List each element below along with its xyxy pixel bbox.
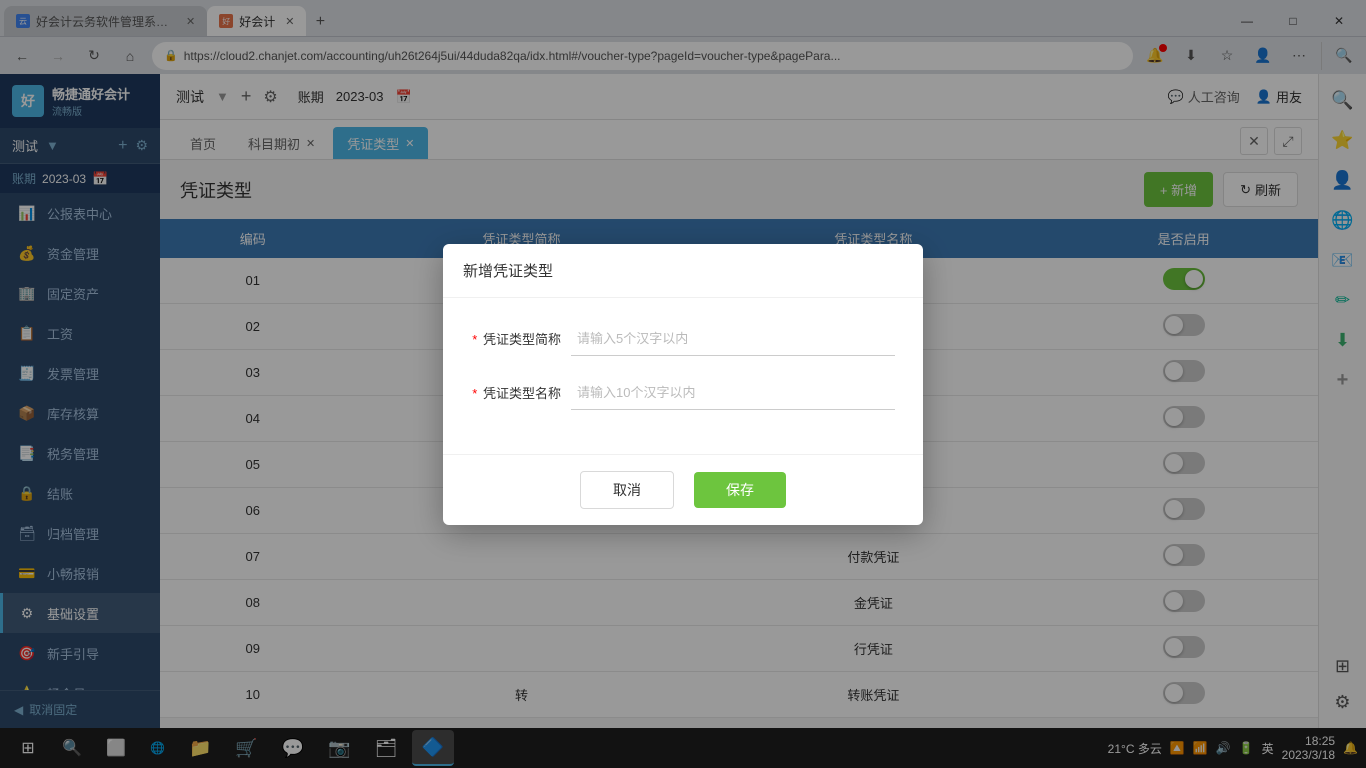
required-mark-abbr: * bbox=[472, 332, 477, 347]
form-label-abbr: * 凭证类型简称 bbox=[471, 329, 571, 348]
cancel-button[interactable]: 取消 bbox=[580, 471, 674, 509]
label-name-text: 凭证类型名称 bbox=[483, 386, 561, 401]
dialog-footer: 取消 保存 bbox=[443, 454, 923, 525]
label-abbr-text: 凭证类型简称 bbox=[483, 332, 561, 347]
form-label-name: * 凭证类型名称 bbox=[471, 383, 571, 402]
input-name[interactable] bbox=[571, 376, 895, 410]
form-row-name: * 凭证类型名称 bbox=[471, 376, 895, 410]
dialog-overlay: 新增凭证类型 * 凭证类型简称 * 凭证类型名称 取消 保存 bbox=[0, 0, 1366, 768]
dialog-title: 新增凭证类型 bbox=[443, 244, 923, 298]
save-button[interactable]: 保存 bbox=[694, 472, 786, 508]
input-abbr[interactable] bbox=[571, 322, 895, 356]
add-voucher-type-dialog: 新增凭证类型 * 凭证类型简称 * 凭证类型名称 取消 保存 bbox=[443, 244, 923, 525]
required-mark-name: * bbox=[472, 386, 477, 401]
dialog-body: * 凭证类型简称 * 凭证类型名称 bbox=[443, 298, 923, 454]
form-row-abbr: * 凭证类型简称 bbox=[471, 322, 895, 356]
